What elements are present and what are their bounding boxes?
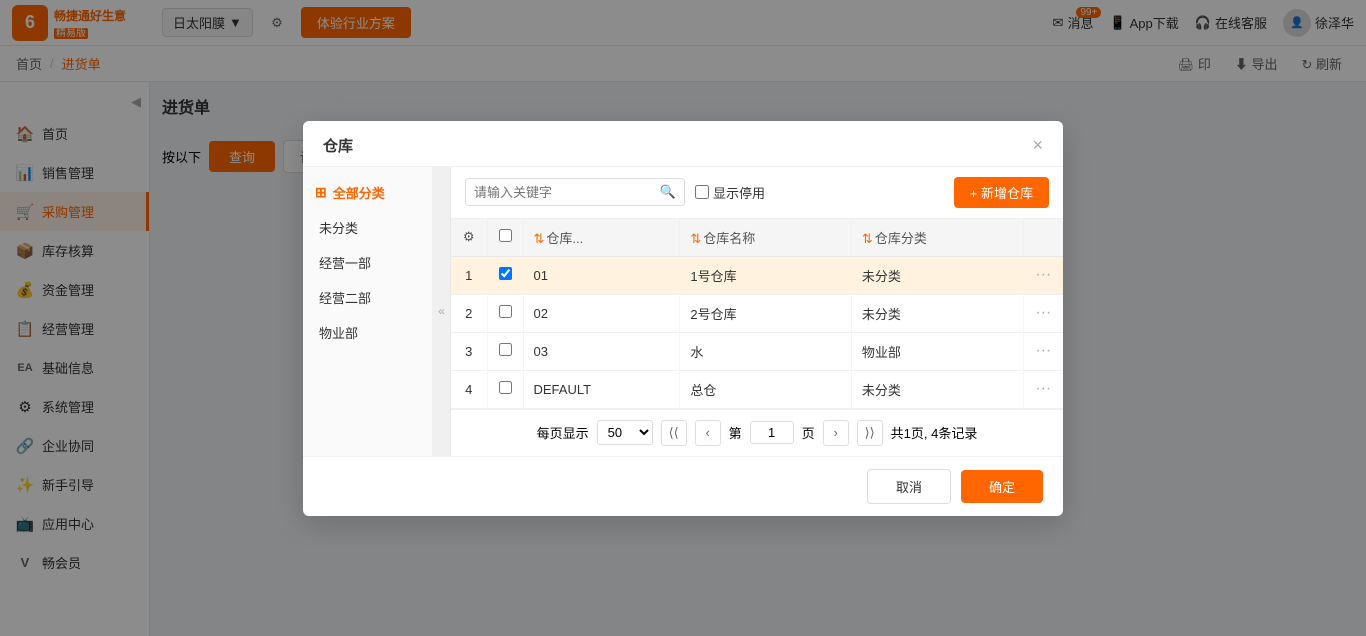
per-page-select[interactable]: 50 100 200 (597, 420, 653, 445)
row-name: 水 (680, 332, 852, 370)
modal-overlay: 仓库 × ⊞ 全部分类 未分类 经营一部 经营二部 物业部 « (0, 0, 1366, 636)
gear-col-icon: ⚙ (463, 229, 475, 244)
total-info: 共1页, 4条记录 (891, 423, 978, 442)
col-warehouse-name: ⇅仓库名称 (680, 219, 852, 257)
row-more-button[interactable]: ··· (1023, 256, 1063, 294)
page-word: 第 (729, 423, 742, 442)
warehouse-table: ⚙ ⇅仓库... ⇅仓库名称 ⇅仓库分类 1 01 1号仓库 未分 (451, 219, 1063, 409)
grid-icon: ⊞ (315, 184, 327, 201)
warehouse-modal: 仓库 × ⊞ 全部分类 未分类 经营一部 经营二部 物业部 « (303, 121, 1063, 516)
table-row: 1 01 1号仓库 未分类 ··· (451, 256, 1063, 294)
page-number-input[interactable] (750, 421, 794, 444)
row-checkbox[interactable] (487, 332, 523, 370)
modal-toolbar: 🔍 显示停用 + 新增仓库 (451, 167, 1063, 219)
row-num: 3 (451, 332, 487, 370)
modal-main-content: 🔍 显示停用 + 新增仓库 ⚙ (451, 167, 1063, 456)
col-actions (1023, 219, 1063, 257)
row-code: 03 (523, 332, 680, 370)
row-more-button[interactable]: ··· (1023, 332, 1063, 370)
row-name: 2号仓库 (680, 294, 852, 332)
row-category: 未分类 (851, 256, 1023, 294)
row-code: DEFAULT (523, 370, 680, 408)
modal-category-ops2[interactable]: 经营二部 (303, 280, 432, 315)
row-num: 4 (451, 370, 487, 408)
col-checkbox (487, 219, 523, 257)
row-check[interactable] (499, 267, 512, 280)
row-name: 总仓 (680, 370, 852, 408)
next-page-button[interactable]: › (823, 420, 849, 446)
modal-header: 仓库 × (303, 121, 1063, 167)
row-check[interactable] (499, 343, 512, 356)
show-disabled-input[interactable] (695, 185, 709, 199)
modal-body: ⊞ 全部分类 未分类 经营一部 经营二部 物业部 « 🔍 (303, 167, 1063, 456)
modal-category-uncategorized[interactable]: 未分类 (303, 210, 432, 245)
modal-all-categories[interactable]: ⊞ 全部分类 (303, 175, 432, 210)
last-page-button[interactable]: ⟩⟩ (857, 420, 883, 446)
modal-category-ops1[interactable]: 经营一部 (303, 245, 432, 280)
pagination-bar: 每页显示 50 100 200 ⟨⟨ ‹ 第 页 › ⟩⟩ 共1页, 4条记录 (451, 409, 1063, 456)
prev-page-button[interactable]: ‹ (695, 420, 721, 446)
col-gear: ⚙ (451, 219, 487, 257)
table-row: 3 03 水 物业部 ··· (451, 332, 1063, 370)
row-name: 1号仓库 (680, 256, 852, 294)
row-category: 未分类 (851, 294, 1023, 332)
select-all-checkbox[interactable] (499, 229, 512, 242)
row-code: 01 (523, 256, 680, 294)
row-category: 物业部 (851, 332, 1023, 370)
row-more-button[interactable]: ··· (1023, 294, 1063, 332)
modal-action-footer: 取消 确定 (303, 456, 1063, 516)
row-more-button[interactable]: ··· (1023, 370, 1063, 408)
row-checkbox[interactable] (487, 370, 523, 408)
col-warehouse-code: ⇅仓库... (523, 219, 680, 257)
table-row: 4 DEFAULT 总仓 未分类 ··· (451, 370, 1063, 408)
page-label: 页 (802, 423, 815, 442)
cancel-button[interactable]: 取消 (867, 469, 951, 504)
table-row: 2 02 2号仓库 未分类 ··· (451, 294, 1063, 332)
row-code: 02 (523, 294, 680, 332)
show-disabled-checkbox[interactable]: 显示停用 (695, 183, 765, 202)
row-check[interactable] (499, 305, 512, 318)
confirm-button[interactable]: 确定 (961, 470, 1043, 503)
col-warehouse-category: ⇅仓库分类 (851, 219, 1023, 257)
search-input[interactable] (466, 180, 652, 205)
modal-category-property[interactable]: 物业部 (303, 315, 432, 350)
modal-title: 仓库 (323, 135, 353, 156)
row-check[interactable] (499, 381, 512, 394)
first-page-button[interactable]: ⟨⟨ (661, 420, 687, 446)
modal-sidebar-collapse-button[interactable]: « (433, 167, 451, 456)
row-checkbox[interactable] (487, 256, 523, 294)
search-icon[interactable]: 🔍 (652, 179, 684, 205)
modal-search-box[interactable]: 🔍 (465, 178, 685, 206)
per-page-label: 每页显示 (537, 423, 589, 442)
add-warehouse-button[interactable]: + 新增仓库 (954, 177, 1049, 208)
modal-category-sidebar: ⊞ 全部分类 未分类 经营一部 经营二部 物业部 (303, 167, 433, 456)
row-num: 1 (451, 256, 487, 294)
row-checkbox[interactable] (487, 294, 523, 332)
modal-close-button[interactable]: × (1032, 136, 1043, 154)
row-category: 未分类 (851, 370, 1023, 408)
row-num: 2 (451, 294, 487, 332)
